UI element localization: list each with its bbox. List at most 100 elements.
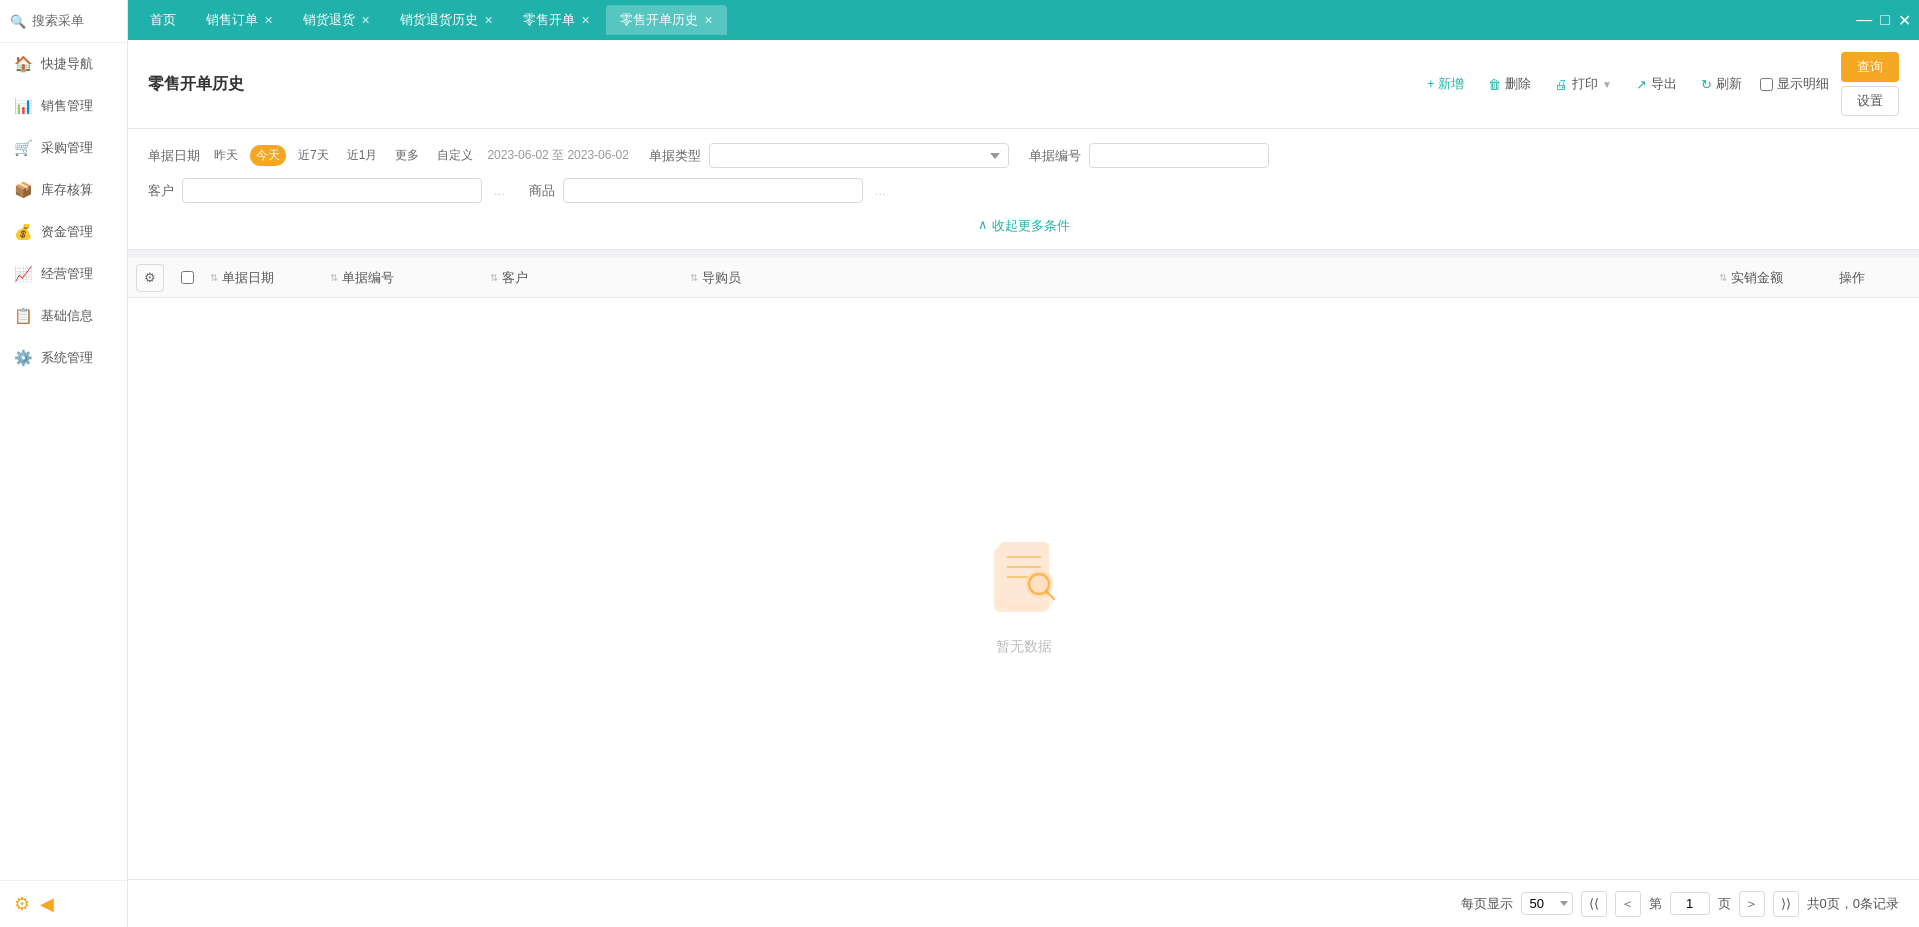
sort-icon-number: ⇅ (330, 272, 338, 283)
col-actions-label: 操作 (1839, 269, 1865, 287)
collapse-filter-row[interactable]: ∧ 收起更多条件 (148, 213, 1899, 243)
refresh-button[interactable]: ↻ 刷新 (1695, 71, 1748, 97)
col-header-customer[interactable]: ⇅ 客户 (482, 269, 682, 287)
tab-bar: 首页 销售订单 ✕ 销货退货 ✕ 销货退货历史 ✕ 零售开单 ✕ 零售开单历史 … (128, 0, 1919, 40)
date-btn-custom[interactable]: 自定义 (431, 145, 479, 166)
sidebar-bottom: ⚙ ◀ (0, 880, 127, 927)
doc-type-select[interactable] (709, 143, 1009, 168)
tab-close-sales-return[interactable]: ✕ (361, 14, 370, 27)
tab-close-sales-order[interactable]: ✕ (264, 14, 273, 27)
purchase-icon: 🛒 (14, 139, 33, 157)
sidebar-item-label: 基础信息 (41, 307, 93, 325)
date-btn-1month[interactable]: 近1月 (341, 145, 384, 166)
date-btn-today[interactable]: 今天 (250, 145, 286, 166)
col-header-number[interactable]: ⇅ 单据编号 (322, 269, 482, 287)
sidebar-item-inventory[interactable]: 📦 库存核算 (0, 169, 127, 211)
customer-filter-field: 客户 ... (148, 178, 509, 203)
tab-sales-return[interactable]: 销货退货 ✕ (289, 5, 384, 35)
filter-row-2: 客户 ... 商品 ... (148, 178, 1899, 203)
export-button[interactable]: ↗ 导出 (1630, 71, 1683, 97)
export-icon: ↗ (1636, 77, 1647, 92)
tab-home[interactable]: 首页 (136, 5, 190, 35)
date-btn-more[interactable]: 更多 (389, 145, 425, 166)
prev-page-button[interactable]: ＜ (1615, 891, 1641, 917)
tab-sales-return-label: 销货退货 (303, 11, 355, 29)
collapse-label: 收起更多条件 (992, 217, 1070, 235)
doc-type-filter-field: 单据类型 (649, 143, 1009, 168)
settings-bottom-icon[interactable]: ⚙ (14, 893, 30, 915)
delete-label: 删除 (1505, 75, 1531, 93)
print-button[interactable]: 🖨 打印 ▼ (1549, 71, 1618, 97)
col-header-guide[interactable]: ⇅ 导购员 (682, 269, 802, 287)
tab-close-retail-open-history[interactable]: ✕ (704, 14, 713, 27)
tab-sales-return-history[interactable]: 销货退货历史 ✕ (386, 5, 507, 35)
sidebar-item-basic-info[interactable]: 📋 基础信息 (0, 295, 127, 337)
setting-button[interactable]: 设置 (1841, 86, 1899, 116)
collapse-sidebar-icon[interactable]: ◀ (40, 893, 54, 915)
export-label: 导出 (1651, 75, 1677, 93)
system-icon: ⚙️ (14, 349, 33, 367)
col-header-date[interactable]: ⇅ 单据日期 (202, 269, 322, 287)
add-button[interactable]: + 新增 (1421, 71, 1470, 97)
goods-label: 商品 (529, 182, 555, 200)
tab-sales-return-history-label: 销货退货历史 (400, 11, 478, 29)
current-page-input[interactable]: 1 (1670, 892, 1710, 915)
search-icon: 🔍 (10, 14, 26, 29)
last-page-button[interactable]: ⟩⟩ (1773, 891, 1799, 917)
sidebar-item-label: 经营管理 (41, 265, 93, 283)
table-settings-button[interactable]: ⚙ (136, 264, 164, 292)
tab-retail-open-history[interactable]: 零售开单历史 ✕ (606, 5, 727, 35)
sidebar-item-label: 销售管理 (41, 97, 93, 115)
date-btn-yesterday[interactable]: 昨天 (208, 145, 244, 166)
col-amount-label: 实销金额 (1731, 269, 1783, 287)
delete-button[interactable]: 🗑 删除 (1482, 71, 1537, 97)
tab-close-sales-return-history[interactable]: ✕ (484, 14, 493, 27)
next-page-button[interactable]: ＞ (1739, 891, 1765, 917)
query-button[interactable]: 查询 (1841, 52, 1899, 82)
goods-input[interactable] (563, 178, 863, 203)
date-filter-field: 单据日期 昨天 今天 近7天 近1月 更多 自定义 2023-06-02 至 2… (148, 145, 629, 166)
tab-bar-close-icon[interactable]: ✕ (1898, 11, 1911, 30)
sidebar-item-sales-mgmt[interactable]: 📊 销售管理 (0, 85, 127, 127)
col-customer-label: 客户 (502, 269, 528, 287)
sidebar-item-quick-nav[interactable]: 🏠 快捷导航 (0, 43, 127, 85)
doc-num-label: 单据编号 (1029, 147, 1081, 165)
sidebar-item-finance[interactable]: 💰 资金管理 (0, 211, 127, 253)
customer-dots-button[interactable]: ... (490, 183, 509, 198)
sort-icon-guide: ⇅ (690, 272, 698, 283)
sidebar-search[interactable]: 🔍 搜索采单 (0, 0, 127, 43)
col-date-label: 单据日期 (222, 269, 274, 287)
finance-icon: 💰 (14, 223, 33, 241)
tab-bar-minimize-icon[interactable]: — (1856, 11, 1872, 29)
empty-illustration (974, 522, 1074, 622)
tab-home-label: 首页 (150, 11, 176, 29)
customer-input[interactable] (182, 178, 482, 203)
select-all-checkbox[interactable] (172, 271, 202, 284)
sidebar-item-system-mgmt[interactable]: ⚙️ 系统管理 (0, 337, 127, 379)
sidebar-item-label: 资金管理 (41, 223, 93, 241)
col-header-amount[interactable]: ⇅ 实销金额 (1711, 269, 1831, 287)
tab-sales-order[interactable]: 销售订单 ✕ (192, 5, 287, 35)
sidebar-item-label: 库存核算 (41, 181, 93, 199)
tab-bar-maximize-icon[interactable]: □ (1880, 11, 1890, 29)
tab-close-retail-open[interactable]: ✕ (581, 14, 590, 27)
select-all-input[interactable] (181, 271, 194, 284)
refresh-icon: ↻ (1701, 77, 1712, 92)
sidebar-item-label: 快捷导航 (41, 55, 93, 73)
filter-area: 单据日期 昨天 今天 近7天 近1月 更多 自定义 2023-06-02 至 2… (128, 129, 1919, 250)
sidebar-item-label: 系统管理 (41, 349, 93, 367)
date-btn-7days[interactable]: 近7天 (292, 145, 335, 166)
sidebar-item-purchase-mgmt[interactable]: 🛒 采购管理 (0, 127, 127, 169)
goods-dots-button[interactable]: ... (871, 183, 890, 198)
sidebar-item-operations[interactable]: 📈 经营管理 (0, 253, 127, 295)
first-page-button[interactable]: ⟨⟨ (1581, 891, 1607, 917)
display-detail-checkbox[interactable]: 显示明细 (1760, 75, 1829, 93)
doc-num-filter-field: 单据编号 (1029, 143, 1329, 168)
display-detail-input[interactable] (1760, 78, 1773, 91)
sort-icon-amount: ⇅ (1719, 272, 1727, 283)
per-page-select[interactable]: 50 100 200 (1521, 892, 1573, 915)
basic-info-icon: 📋 (14, 307, 33, 325)
tab-retail-open[interactable]: 零售开单 ✕ (509, 5, 604, 35)
trash-icon: 🗑 (1488, 77, 1501, 92)
doc-num-input[interactable] (1089, 143, 1269, 168)
